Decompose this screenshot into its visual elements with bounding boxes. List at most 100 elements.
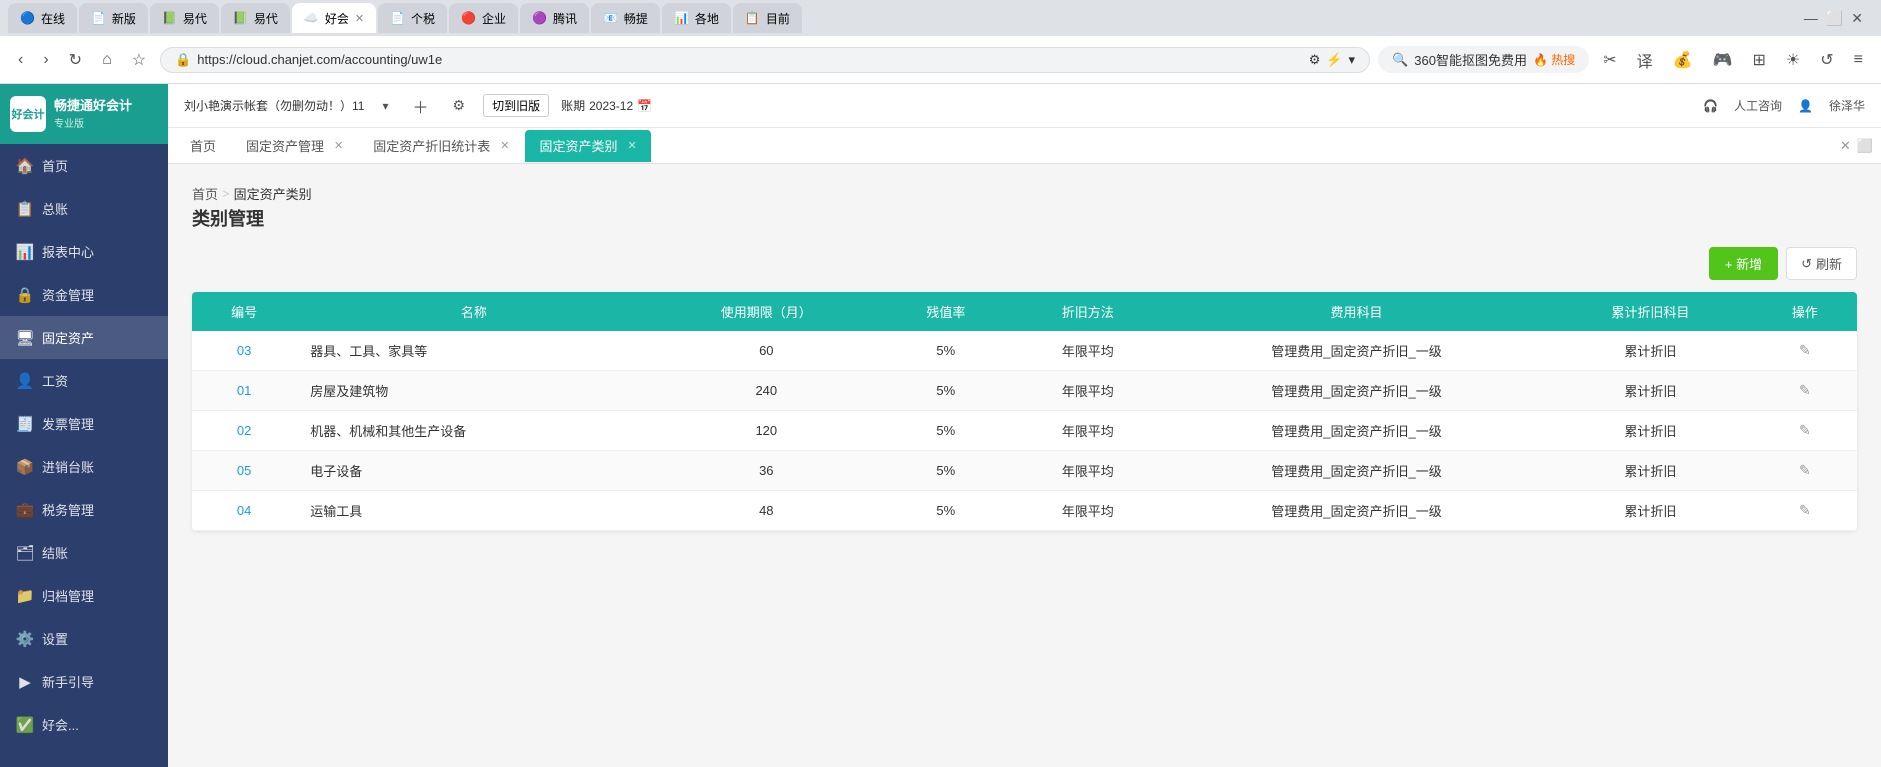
browser-tab-6[interactable]: 📄 个税 bbox=[378, 3, 447, 33]
cell-id[interactable]: 04 bbox=[192, 491, 296, 531]
cut-button[interactable]: ✂ bbox=[1597, 46, 1622, 74]
brightness-button[interactable]: ☀ bbox=[1780, 46, 1806, 74]
tab-close-fixed-assets-mgmt[interactable]: ✕ bbox=[334, 139, 343, 152]
undo-button[interactable]: ↺ bbox=[1814, 46, 1839, 74]
browser-tab-11[interactable]: 📋 目前 bbox=[733, 3, 802, 33]
table-row: 04 运输工具 48 5% 年限平均 管理费用_固定资产折旧_一级 累计折旧 ✎ bbox=[192, 491, 1857, 531]
browser-tab-9[interactable]: 📧 畅提 bbox=[591, 3, 660, 33]
sidebar-item-home[interactable]: 🏠 首页 bbox=[0, 144, 168, 187]
home-button[interactable]: ⌂ bbox=[96, 47, 118, 73]
sidebar-label-fund: 资金管理 bbox=[42, 285, 94, 304]
sidebar-item-settings[interactable]: ⚙️ 设置 bbox=[0, 617, 168, 660]
edit-icon[interactable]: ✎ bbox=[1799, 462, 1811, 478]
maximize-icon[interactable]: ⬜ bbox=[1826, 10, 1843, 27]
tab-asset-category-label: 固定资产类别 bbox=[539, 136, 617, 155]
cell-action: ✎ bbox=[1753, 491, 1857, 531]
lock-icon: 🔒 bbox=[175, 52, 191, 68]
cell-months: 60 bbox=[651, 331, 881, 371]
bookmark-button[interactable]: ☆ bbox=[126, 46, 152, 74]
sidebar-label-report: 报表中心 bbox=[42, 242, 94, 261]
sidebar-item-guide[interactable]: ▶ 新手引导 bbox=[0, 660, 168, 703]
cell-name: 电子设备 bbox=[296, 451, 651, 491]
browser-tab-8[interactable]: 🟣 腾讯 bbox=[520, 3, 589, 33]
close-icon[interactable]: ✕ bbox=[1851, 10, 1863, 27]
tab-label: 易代 bbox=[254, 10, 278, 27]
tab-favicon: 📗 bbox=[233, 11, 248, 25]
grid-button[interactable]: ⊞ bbox=[1747, 46, 1772, 74]
tab-fixed-assets-mgmt[interactable]: 固定资产管理 ✕ bbox=[232, 130, 357, 162]
cell-id[interactable]: 02 bbox=[192, 411, 296, 451]
menu-button[interactable]: ≡ bbox=[1848, 47, 1869, 73]
forward-button[interactable]: › bbox=[37, 47, 54, 73]
game-button[interactable]: 🎮 bbox=[1707, 46, 1739, 74]
browser-tab-7[interactable]: 🔴 企业 bbox=[449, 3, 518, 33]
lightning-icon[interactable]: ⚡ bbox=[1326, 52, 1342, 68]
tab-asset-category[interactable]: 固定资产类别 ✕ bbox=[525, 130, 650, 162]
sidebar-item-report[interactable]: 📊 报表中心 bbox=[0, 230, 168, 273]
tab-depreciation-table[interactable]: 固定资产折旧统计表 ✕ bbox=[359, 130, 523, 162]
add-account-button[interactable]: ＋ bbox=[407, 90, 435, 122]
service-label[interactable]: 人工咨询 bbox=[1734, 97, 1782, 114]
back-button[interactable]: ‹ bbox=[12, 47, 29, 73]
sidebar-item-checkout[interactable]: 🗂 结账 bbox=[0, 531, 168, 574]
logo-icon: 好会计 bbox=[10, 96, 46, 132]
breadcrumb-home[interactable]: 首页 bbox=[192, 184, 218, 203]
browser-tab-10[interactable]: 📊 各地 bbox=[662, 3, 731, 33]
sidebar-item-ledger[interactable]: 📋 总账 bbox=[0, 187, 168, 230]
tab-expand-icon[interactable]: ⬜ bbox=[1857, 138, 1873, 154]
settings-button[interactable]: ⚙ bbox=[447, 93, 472, 118]
cell-expense: 管理费用_固定资产折旧_一级 bbox=[1165, 371, 1548, 411]
sidebar-item-invoice[interactable]: 🧾 发票管理 bbox=[0, 402, 168, 445]
cell-method: 年限平均 bbox=[1011, 411, 1165, 451]
tab-close-depreciation[interactable]: ✕ bbox=[500, 139, 509, 152]
report-icon: 📊 bbox=[16, 243, 34, 261]
address-bar[interactable]: 🔒 https://cloud.chanjet.com/accounting/u… bbox=[160, 47, 1370, 73]
inventory-icon: 📦 bbox=[16, 458, 34, 476]
sidebar-item-archive[interactable]: 📁 归档管理 bbox=[0, 574, 168, 617]
cell-method: 年限平均 bbox=[1011, 371, 1165, 411]
tab-home[interactable]: 首页 bbox=[176, 130, 230, 162]
refresh-button[interactable]: ↺ 刷新 bbox=[1786, 247, 1857, 280]
cell-id[interactable]: 01 bbox=[192, 371, 296, 411]
cell-id[interactable]: 05 bbox=[192, 451, 296, 491]
site-info-icon[interactable]: ⚙ bbox=[1309, 52, 1321, 68]
switch-version-button[interactable]: 切到旧版 bbox=[483, 94, 549, 117]
sidebar-item-inventory[interactable]: 📦 进销台账 bbox=[0, 445, 168, 488]
tab-window-close-icon[interactable]: ✕ bbox=[1840, 138, 1851, 154]
browser-tab-2[interactable]: 📄 新版 bbox=[79, 3, 148, 33]
payroll-icon: 👤 bbox=[16, 372, 34, 390]
app-header: 刘小艳演示帐套（勿删勿动！）11 ▾ ＋ ⚙ 切到旧版 账期 2023-12 📅… bbox=[168, 84, 1881, 128]
sidebar-item-fund[interactable]: 🔒 资金管理 bbox=[0, 273, 168, 316]
translate-button[interactable]: 译 bbox=[1631, 44, 1659, 76]
reload-button[interactable]: ↻ bbox=[63, 46, 88, 74]
user-dropdown-icon[interactable]: ▾ bbox=[376, 95, 394, 117]
cell-method: 年限平均 bbox=[1011, 451, 1165, 491]
browser-tab-5[interactable]: ☁️ 好会 ✕ bbox=[292, 3, 376, 33]
sidebar-label-settings: 设置 bbox=[42, 629, 68, 648]
sidebar-item-tax[interactable]: 💼 税务管理 bbox=[0, 488, 168, 531]
edit-icon[interactable]: ✎ bbox=[1799, 382, 1811, 398]
cell-id[interactable]: 03 bbox=[192, 331, 296, 371]
logo-text: 畅捷通好会计 bbox=[54, 98, 132, 115]
search-bar[interactable]: 🔍 360智能抠图免费用 🔥 热搜 bbox=[1378, 46, 1589, 73]
breadcrumb: 首页 > 固定资产类别 bbox=[192, 184, 1857, 203]
col-header-action: 操作 bbox=[1753, 292, 1857, 331]
browser-tab-1[interactable]: 🔵 在线 bbox=[8, 3, 77, 33]
edit-icon[interactable]: ✎ bbox=[1799, 502, 1811, 518]
sidebar-label-guide: 新手引导 bbox=[42, 672, 94, 691]
calendar-icon[interactable]: 📅 bbox=[637, 99, 652, 113]
dropdown-icon[interactable]: ▾ bbox=[1349, 52, 1356, 68]
tab-close-asset-category[interactable]: ✕ bbox=[628, 139, 637, 152]
add-button[interactable]: + 新增 bbox=[1709, 247, 1778, 280]
browser-tab-3[interactable]: 📗 易代 bbox=[150, 3, 219, 33]
username-label: 徐泽华 bbox=[1829, 97, 1865, 114]
sidebar-item-good[interactable]: ✅ 好会... bbox=[0, 703, 168, 746]
wallet-button[interactable]: 💰 bbox=[1667, 46, 1699, 74]
edit-icon[interactable]: ✎ bbox=[1799, 342, 1811, 358]
edit-icon[interactable]: ✎ bbox=[1799, 422, 1811, 438]
tab-close-icon[interactable]: ✕ bbox=[355, 12, 364, 25]
sidebar-item-fixed-assets[interactable]: 🖥 固定资产 bbox=[0, 316, 168, 359]
browser-tab-4[interactable]: 📗 易代 bbox=[221, 3, 290, 33]
sidebar-item-payroll[interactable]: 👤 工资 bbox=[0, 359, 168, 402]
minimize-icon[interactable]: — bbox=[1804, 10, 1818, 26]
